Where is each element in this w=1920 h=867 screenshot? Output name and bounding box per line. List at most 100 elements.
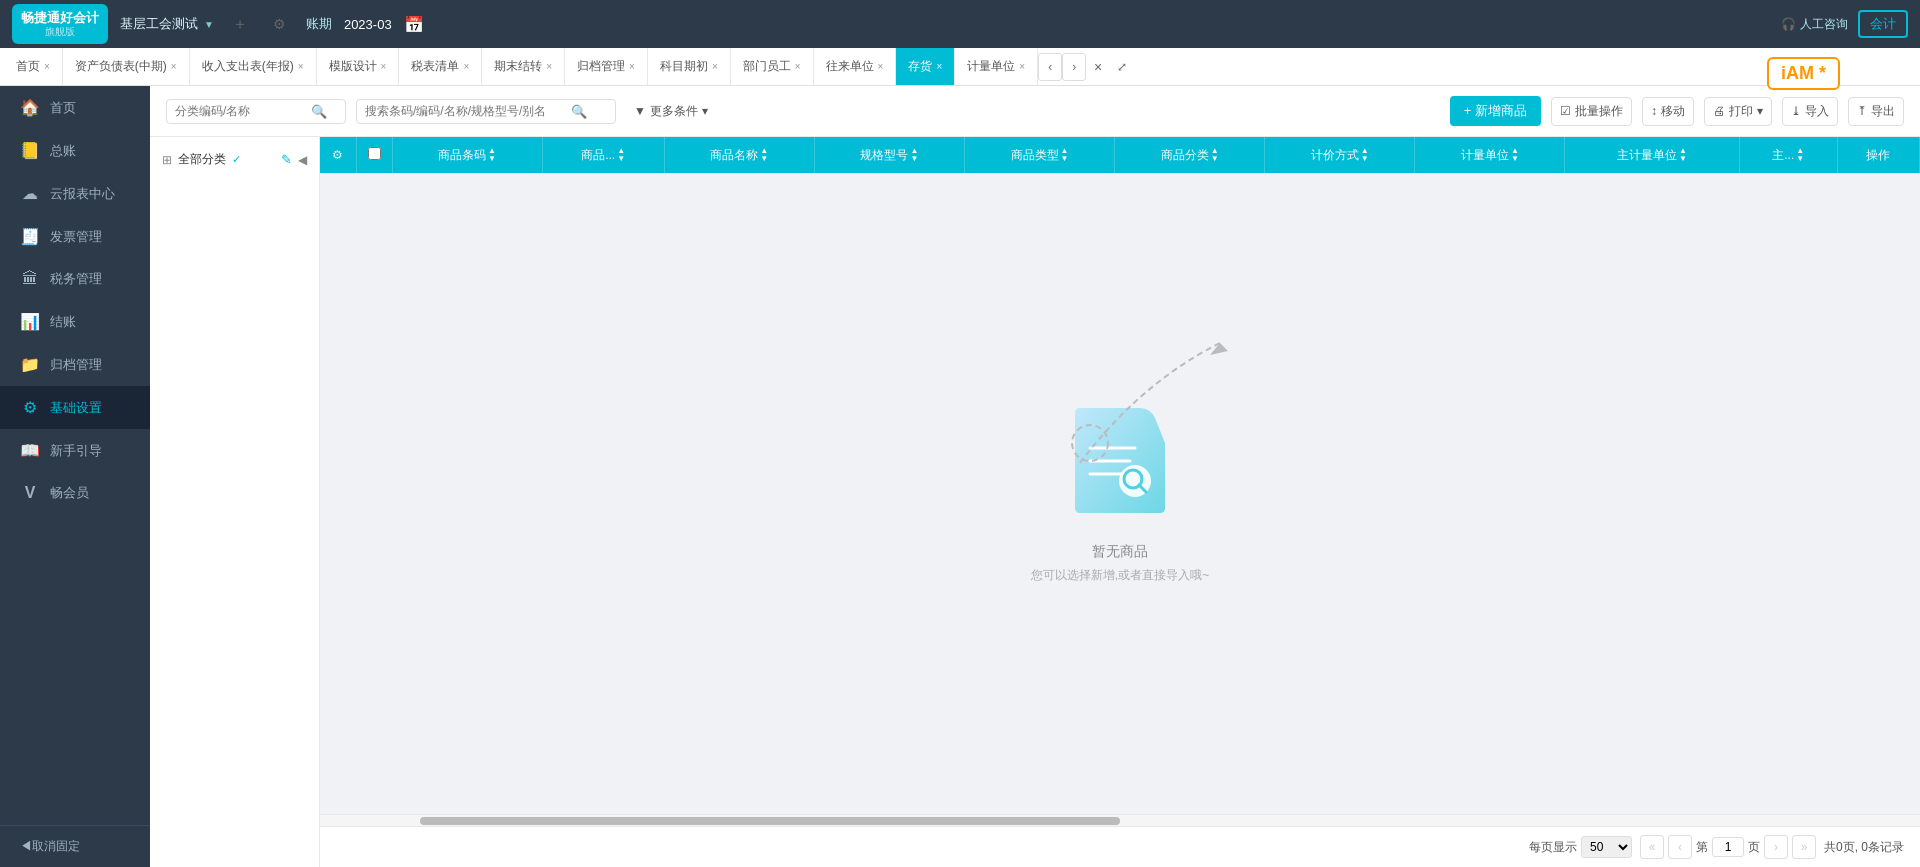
- collapse-category-icon[interactable]: ◀: [298, 153, 307, 167]
- tab-label: 科目期初: [660, 58, 708, 75]
- category-search-box[interactable]: 🔍: [166, 99, 346, 124]
- tab-tax-list[interactable]: 税表清单 ×: [399, 48, 482, 86]
- sidebar-item-member[interactable]: V 畅会员: [0, 472, 150, 514]
- tab-close-icon[interactable]: ×: [381, 61, 387, 72]
- prev-page-button[interactable]: ‹: [1668, 835, 1692, 859]
- tab-close-icon[interactable]: ×: [936, 61, 942, 72]
- tab-close-icon[interactable]: ×: [546, 61, 552, 72]
- first-page-button[interactable]: «: [1640, 835, 1664, 859]
- th-product-name[interactable]: 商品名称 ▲▼: [664, 137, 814, 173]
- select-all-checkbox[interactable]: [368, 147, 381, 160]
- import-button[interactable]: ⤓ 导入: [1782, 97, 1838, 126]
- move-icon: ↕: [1651, 104, 1657, 118]
- logo: 畅捷通好会计 旗舰版: [12, 4, 108, 44]
- sidebar-item-label: 新手引导: [50, 442, 102, 460]
- calendar-icon[interactable]: 📅: [404, 15, 424, 34]
- tab-balance-sheet[interactable]: 资产负债表(中期) ×: [63, 48, 190, 86]
- tab-close-icon[interactable]: ×: [298, 61, 304, 72]
- tab-close-icon[interactable]: ×: [712, 61, 718, 72]
- tab-dept-staff[interactable]: 部门员工 ×: [731, 48, 814, 86]
- tab-close-icon[interactable]: ×: [44, 61, 50, 72]
- table-scroll[interactable]: ⚙ 商品条码 ▲▼: [320, 137, 1920, 173]
- per-page-select[interactable]: 50 100 200: [1581, 836, 1632, 858]
- sidebar-item-invoice[interactable]: 🧾 发票管理: [0, 215, 150, 258]
- horizontal-scrollbar[interactable]: [320, 814, 1920, 826]
- th-main-extra[interactable]: 主... ▲▼: [1739, 137, 1837, 173]
- export-button[interactable]: ⤒ 导出: [1848, 97, 1904, 126]
- product-search-box[interactable]: 🔍: [356, 99, 616, 124]
- sidebar-unpin-button[interactable]: ◀取消固定: [0, 825, 150, 867]
- sidebar-item-basic-settings[interactable]: ⚙ 基础设置: [0, 386, 150, 429]
- sidebar-item-guide[interactable]: 📖 新手引导: [0, 429, 150, 472]
- th-main-unit[interactable]: 主计量单位 ▲▼: [1565, 137, 1739, 173]
- batch-op-button[interactable]: ☑ 批量操作: [1551, 97, 1632, 126]
- th-checkbox[interactable]: [356, 137, 392, 173]
- chevron-down-icon: ▼: [204, 19, 214, 30]
- tab-label: 首页: [16, 58, 40, 75]
- tab-inventory[interactable]: 存货 ×: [896, 48, 955, 86]
- page-number-input[interactable]: [1712, 837, 1744, 857]
- tab-label: 往来单位: [826, 58, 874, 75]
- settings-tab-button[interactable]: ⚙: [266, 10, 294, 38]
- tab-prev-button[interactable]: ‹: [1038, 53, 1062, 81]
- product-table: ⚙ 商品条码 ▲▼: [320, 137, 1920, 173]
- tab-close-icon[interactable]: ×: [795, 61, 801, 72]
- tab-homepage[interactable]: 首页 ×: [4, 48, 63, 86]
- tab-income-statement[interactable]: 收入支出表(年报) ×: [190, 48, 317, 86]
- tab-unit[interactable]: 计量单位 ×: [955, 48, 1038, 86]
- pagination-bar: 每页显示 50 100 200 « ‹ 第 页 ›: [320, 826, 1920, 867]
- move-button[interactable]: ↕ 移动: [1642, 97, 1694, 126]
- next-page-button[interactable]: ›: [1764, 835, 1788, 859]
- tab-archive-mgmt[interactable]: 归档管理 ×: [565, 48, 648, 86]
- support-button[interactable]: 🎧 人工咨询: [1781, 16, 1848, 33]
- print-button[interactable]: 🖨 打印 ▾: [1704, 97, 1772, 126]
- th-unit[interactable]: 计量单位 ▲▼: [1415, 137, 1565, 173]
- th-settings[interactable]: ⚙: [320, 137, 356, 173]
- tab-close-icon[interactable]: ×: [878, 61, 884, 72]
- tab-contacts[interactable]: 往来单位 ×: [814, 48, 897, 86]
- tab-label: 存货: [908, 58, 932, 75]
- horizontal-scroll-thumb[interactable]: [420, 817, 1120, 825]
- th-pricing[interactable]: 计价方式 ▲▼: [1265, 137, 1415, 173]
- ledger-icon: 📒: [20, 141, 40, 160]
- search-icon2[interactable]: 🔍: [571, 104, 587, 119]
- edit-category-icon[interactable]: ✎: [281, 152, 292, 167]
- tab-label: 期末结转: [494, 58, 542, 75]
- tab-close-all-button[interactable]: ×: [1086, 53, 1110, 81]
- tab-period-close[interactable]: 期末结转 ×: [482, 48, 565, 86]
- tab-expand-button[interactable]: ⤢: [1110, 53, 1134, 81]
- account-button[interactable]: 会计: [1858, 10, 1908, 38]
- sidebar-item-tax[interactable]: 🏛 税务管理: [0, 258, 150, 300]
- more-filter-button[interactable]: ▼ 更多条件 ▾: [626, 99, 716, 124]
- tab-close-icon[interactable]: ×: [463, 61, 469, 72]
- last-page-button[interactable]: »: [1792, 835, 1816, 859]
- svg-marker-0: [1210, 343, 1228, 355]
- th-barcode[interactable]: 商品条码 ▲▼: [392, 137, 542, 173]
- th-type[interactable]: 商品类型 ▲▼: [964, 137, 1114, 173]
- home-icon: 🏠: [20, 98, 40, 117]
- page-word: 第: [1696, 839, 1708, 856]
- company-selector[interactable]: 基层工会测试 ▼: [120, 15, 214, 33]
- new-product-button[interactable]: + 新增商品: [1450, 96, 1541, 126]
- tab-close-icon[interactable]: ×: [629, 61, 635, 72]
- empty-desc: 您可以选择新增,或者直接导入哦~: [1031, 567, 1209, 584]
- tab-label: 模版设计: [329, 58, 377, 75]
- add-tab-button[interactable]: ＋: [226, 10, 254, 38]
- category-search-input[interactable]: [175, 104, 305, 118]
- tab-next-button[interactable]: ›: [1062, 53, 1086, 81]
- th-spec[interactable]: 规格型号 ▲▼: [814, 137, 964, 173]
- search-icon[interactable]: 🔍: [311, 104, 327, 119]
- th-category[interactable]: 商品分类 ▲▼: [1115, 137, 1265, 173]
- sidebar-item-cloud-report[interactable]: ☁ 云报表中心: [0, 172, 150, 215]
- product-search-input[interactable]: [365, 104, 565, 118]
- sidebar-item-archive[interactable]: 📁 归档管理: [0, 343, 150, 386]
- tab-close-icon[interactable]: ×: [171, 61, 177, 72]
- filter-toolbar: 🔍 🔍 ▼ 更多条件 ▾ + 新增商品 ☑ 批量操作 ↕ 移动 🖨: [150, 86, 1920, 137]
- tab-template-design[interactable]: 模版设计 ×: [317, 48, 400, 86]
- sidebar-item-ledger[interactable]: 📒 总账: [0, 129, 150, 172]
- sidebar-item-home[interactable]: 🏠 首页: [0, 86, 150, 129]
- tab-close-icon[interactable]: ×: [1019, 61, 1025, 72]
- tab-subject-init[interactable]: 科目期初 ×: [648, 48, 731, 86]
- th-product-code[interactable]: 商品... ▲▼: [542, 137, 664, 173]
- sidebar-item-close[interactable]: 📊 结账: [0, 300, 150, 343]
